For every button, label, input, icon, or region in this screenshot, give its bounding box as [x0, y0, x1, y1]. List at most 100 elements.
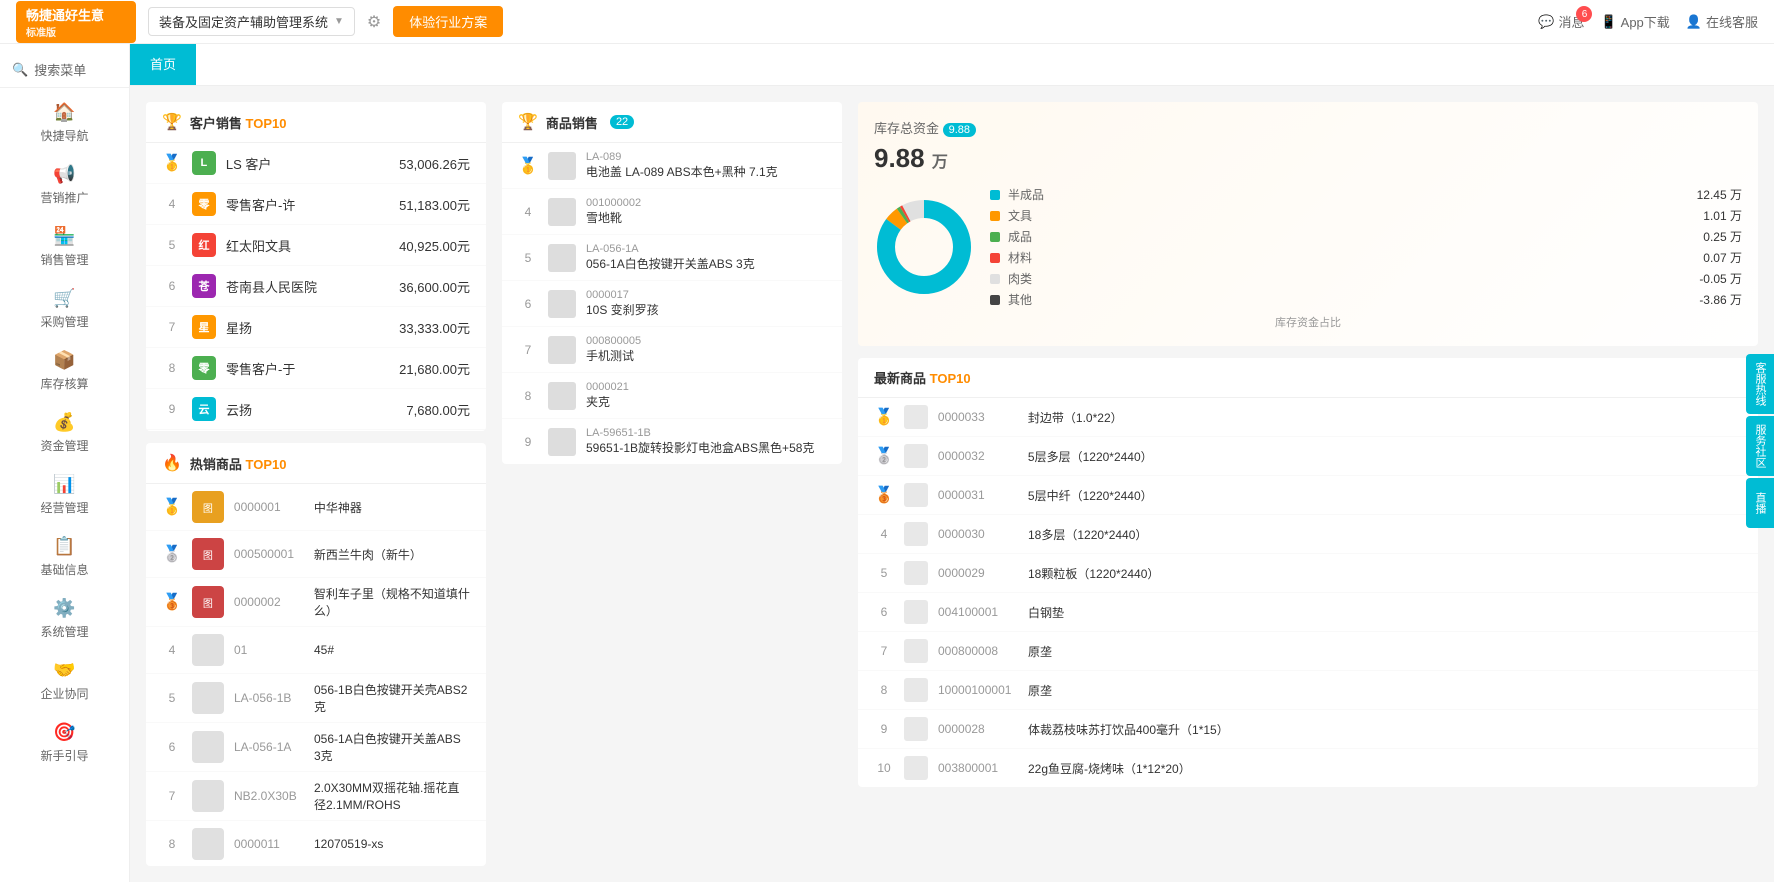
online-service-button[interactable]: 👤 在线客服 [1686, 12, 1758, 31]
float-btn-service[interactable]: 客服热线 [1746, 354, 1774, 414]
table-row: 9 云 云扬 7,680.00元 [146, 389, 486, 430]
rank-number: 6 [874, 605, 894, 619]
medal-icon: 🥇 [518, 156, 538, 176]
product-thumb [904, 483, 928, 507]
message-button[interactable]: 💬 消息 6 [1538, 12, 1584, 31]
product-code: 0000017 [586, 289, 826, 301]
customer-badge: 云 [192, 397, 216, 421]
list-item: 🥇 图 0000001 中华神器 [146, 484, 486, 531]
product-thumb [904, 561, 928, 585]
product-code: 0000011 [234, 837, 304, 851]
medal-icon: 🥈 [874, 446, 894, 466]
sidebar-item-marketing[interactable]: 📢 营销推广 [0, 154, 129, 216]
sidebar-item-guide[interactable]: 🎯 新手引导 [0, 712, 129, 774]
product-thumb [904, 444, 928, 468]
logo-text: 畅捷通好生意 [26, 5, 104, 24]
product-image: 图 [192, 538, 224, 570]
sidebar-search[interactable]: 🔍 搜索菜单 [0, 52, 129, 88]
legend-value: 0.07 万 [1682, 249, 1742, 266]
app-download-button[interactable]: 📱 App下载 [1600, 12, 1669, 31]
service-icon: 👤 [1686, 14, 1702, 30]
table-row: 6 0000017 10S 变刹罗孩 [502, 281, 842, 327]
product-thumb [904, 600, 928, 624]
rank-number: 7 [162, 789, 182, 803]
operation-icon: 📊 [53, 474, 75, 495]
right-column: 库存总资金 9.88 9.88 万 [858, 102, 1758, 866]
float-btn-community[interactable]: 服务社区 [1746, 416, 1774, 476]
app-icon: 📱 [1600, 14, 1616, 30]
purchase-icon: 🛒 [53, 288, 75, 309]
system-selector[interactable]: 装备及固定资产辅助管理系统 ▼ [148, 7, 355, 36]
product-sales-header: 🏆 商品销售 22 [502, 102, 842, 143]
table-row: 5 LA-056-1A 056-1A白色按键开关盖ABS 3克 [502, 235, 842, 281]
new-products-list: 🥇 0000033 封边带（1.0*22） 🥈 0000032 5层多层（122… [858, 398, 1758, 787]
medal-icon: 🥉 [874, 485, 894, 505]
new-products-title: 最新商品 TOP10 [874, 368, 971, 387]
product-name: 5层多层（1220*2440） [1028, 448, 1742, 465]
tab-home[interactable]: 首页 [130, 44, 196, 85]
product-image [192, 731, 224, 763]
product-code: LA-056-1A [234, 740, 304, 754]
customer-name: 云扬 [226, 400, 396, 419]
sidebar-item-sales[interactable]: 🏪 销售管理 [0, 216, 129, 278]
top-bar: 畅捷通好生意 标准版 装备及固定资产辅助管理系统 ▼ ⚙ 体验行业方案 💬 消息… [0, 0, 1774, 44]
main-content: 首页 🏆 客户销售 TOP10 🥇 L LS 客户 [130, 44, 1774, 882]
rank-number: 10 [874, 761, 894, 775]
inventory-icon: 📦 [53, 350, 75, 371]
customer-amount: 7,680.00元 [406, 400, 470, 419]
rank-number: 4 [874, 527, 894, 541]
customer-name: 星扬 [226, 318, 389, 337]
customer-amount: 40,925.00元 [399, 236, 470, 255]
rank-number: 6 [162, 279, 182, 293]
product-thumb [904, 678, 928, 702]
customer-amount: 53,006.26元 [399, 154, 470, 173]
product-name: 12070519-xs [314, 837, 470, 851]
legend-value: 1.01 万 [1682, 207, 1742, 224]
legend-label: 半成品 [1008, 186, 1674, 203]
table-row: 9 LA-59651-1B 59651-1B旋转投影灯电池盒ABS黑色+58克 [502, 419, 842, 464]
rank-number: 8 [162, 361, 182, 375]
product-code: 0000031 [938, 488, 1018, 502]
product-code: 003800001 [938, 761, 1018, 775]
trial-button[interactable]: 体验行业方案 [393, 6, 503, 37]
rank-number: 5 [874, 566, 894, 580]
product-image: 图 [192, 491, 224, 523]
product-code: 001000002 [586, 197, 826, 209]
product-code: 01 [234, 643, 304, 657]
sidebar-item-quick-nav[interactable]: 🏠 快捷导航 [0, 92, 129, 154]
list-item: 7 NB2.0X30B 2.0X30MM双摇花轴.摇花直径2.1MM/ROHS [146, 772, 486, 821]
product-code: LA-59651-1B [586, 427, 826, 439]
sidebar-item-label: 经营管理 [40, 499, 88, 516]
sidebar-item-purchase[interactable]: 🛒 采购管理 [0, 278, 129, 340]
sidebar-item-inventory[interactable]: 📦 库存核算 [0, 340, 129, 402]
sidebar-item-system[interactable]: ⚙️ 系统管理 [0, 588, 129, 650]
rank-number: 5 [162, 238, 182, 252]
product-code: 000800005 [586, 335, 826, 347]
product-code: 0000002 [234, 595, 304, 609]
product-code: LA-089 [586, 151, 826, 163]
rank-number: 8 [518, 389, 538, 403]
product-thumb [548, 290, 576, 318]
sidebar-item-operation[interactable]: 📊 经营管理 [0, 464, 129, 526]
inventory-badge: 9.88 [943, 123, 976, 137]
table-row: 🥇 L LS 客户 53,006.26元 [146, 143, 486, 184]
table-row: 🥇 LA-089 电池盖 LA-089 ABS本色+黑种 7.1克 [502, 143, 842, 189]
legend-value: -3.86 万 [1682, 291, 1742, 308]
main-layout: 🔍 搜索菜单 🏠 快捷导航 📢 营销推广 🏪 销售管理 🛒 采购管理 📦 库存核… [0, 44, 1774, 882]
sidebar-item-label: 系统管理 [40, 623, 88, 640]
product-name: 原垄 [1028, 682, 1742, 699]
settings-icon[interactable]: ⚙ [367, 12, 381, 32]
product-name: 18颗粒板（1220*2440） [1028, 565, 1742, 582]
sidebar-item-enterprise[interactable]: 🤝 企业协同 [0, 650, 129, 712]
sidebar-item-label: 快捷导航 [40, 127, 88, 144]
sidebar-item-basic-info[interactable]: 📋 基础信息 [0, 526, 129, 588]
product-image [192, 634, 224, 666]
legend-item: 文具 1.01 万 [990, 207, 1742, 224]
inventory-card: 库存总资金 9.88 9.88 万 [858, 102, 1758, 346]
float-btn-live[interactable]: 直播 [1746, 478, 1774, 528]
product-code: 10000100001 [938, 683, 1018, 697]
sidebar-item-finance[interactable]: 💰 资金管理 [0, 402, 129, 464]
table-row: 5 红 红太阳文具 40,925.00元 [146, 225, 486, 266]
product-thumb [904, 522, 928, 546]
legend-item: 半成品 12.45 万 [990, 186, 1742, 203]
